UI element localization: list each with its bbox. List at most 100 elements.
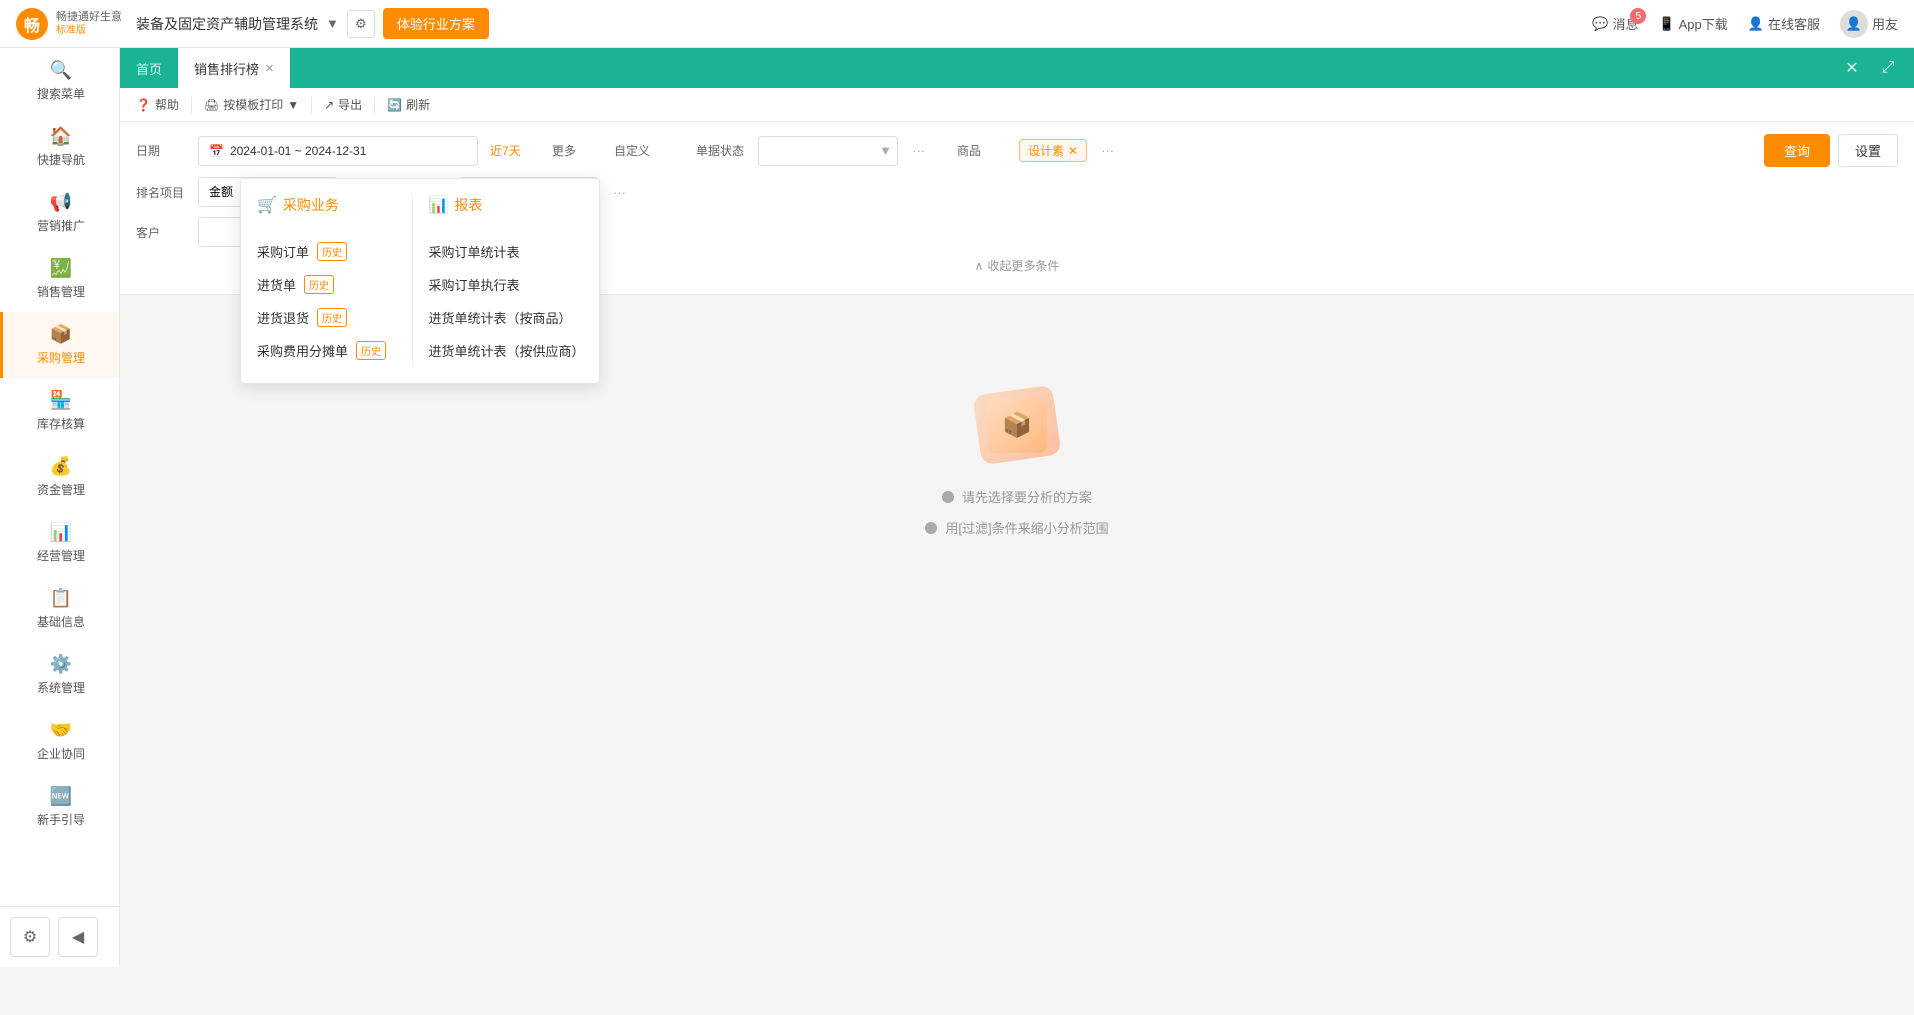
sidebar-label-system: 系统管理 (37, 679, 85, 696)
date-shortcut-custom[interactable]: 自定义 (614, 142, 664, 159)
sidebar-label-quick: 快捷导航 (37, 151, 85, 168)
sidebar-item-operation[interactable]: 📊 经营管理 (0, 510, 119, 576)
empty-dot-2 (925, 522, 937, 534)
dropdown-label-report-2: 采购订单执行表 (429, 275, 520, 294)
tab-close-btn[interactable]: ✕ (1838, 54, 1866, 82)
sidebar-item-purchase[interactable]: 📦 采购管理 (0, 312, 119, 378)
dropdown-label-expense: 采购费用分摊单 (257, 341, 348, 360)
history-badge-0: 历史 (317, 242, 347, 261)
user-label: 用友 (1872, 14, 1898, 33)
sidebar-item-enterprise[interactable]: 🤝 企业协同 (0, 708, 119, 774)
sidebar-label-guide: 新手引导 (37, 811, 85, 828)
home-icon: 🏠 (50, 126, 72, 147)
dropdown-item-purchase-order[interactable]: 采购订单 历史 (257, 235, 412, 268)
sidebar-label-enterprise: 企业协同 (37, 745, 85, 762)
goods-dots[interactable]: ··· (1101, 143, 1114, 158)
voucher-status-label: 单据状态 (696, 142, 746, 159)
content-area: ❓ 帮助 🖨 按模板打印 ▼ ↗ 导出 🔄 刷新 日 (120, 88, 1914, 967)
dropdown-item-expense[interactable]: 采购费用分摊单 历史 (257, 334, 412, 367)
dropdown-item-inbound[interactable]: 进货单 历史 (257, 268, 412, 301)
base-icon: 📋 (50, 588, 72, 609)
sidebar-item-base[interactable]: 📋 基础信息 (0, 576, 119, 642)
settings-bottom-button[interactable]: ⚙ (10, 917, 50, 957)
voucher-status-select[interactable] (758, 136, 898, 166)
mobile-icon: 📱 (1658, 16, 1674, 32)
sidebar-label-inventory: 库存核算 (37, 415, 85, 432)
refresh-button[interactable]: 🔄 刷新 (387, 96, 430, 113)
sidebar-item-sales[interactable]: 💹 销售管理 (0, 246, 119, 312)
history-badge-1: 历史 (304, 275, 334, 294)
sidebar: 🔍 搜索菜单 🏠 快捷导航 📢 营销推广 💹 销售管理 📦 采购管理 🏪 库存核… (0, 48, 120, 967)
toolbar-divider (191, 97, 192, 113)
purchase-icon: 📦 (50, 324, 72, 345)
date-shortcut-more[interactable]: 更多 (552, 142, 602, 159)
user-item[interactable]: 👤 用友 (1840, 10, 1898, 38)
sidebar-label-operation: 经营管理 (37, 547, 85, 564)
top-bar: 畅 畅捷通好生意 标准版 装备及固定资产辅助管理系统 ▼ ⚙ 体验行业方案 💬 … (0, 0, 1914, 48)
empty-dot-1 (942, 491, 954, 503)
dropdown-item-report-2[interactable]: 采购订单执行表 (429, 268, 584, 301)
sidebar-item-marketing[interactable]: 📢 营销推广 (0, 180, 119, 246)
operation-icon: 📊 (50, 522, 72, 543)
print-dropdown-icon[interactable]: ▼ (287, 98, 299, 112)
marketing-icon: 📢 (50, 192, 72, 213)
tab-bar: 首页 销售排行榜 ✕ ✕ ⤢ (120, 48, 1914, 88)
sidebar-item-search[interactable]: 🔍 搜索菜单 (0, 48, 119, 114)
collapse-sidebar-button[interactable]: ◀ (58, 917, 98, 957)
tab-home[interactable]: 首页 (120, 48, 178, 88)
guide-icon: 🆕 (50, 786, 72, 807)
dropdown-item-report-4[interactable]: 进货单统计表（按供应商） (429, 334, 584, 367)
customer-label: 客户 (136, 224, 186, 241)
refresh-icon: 🔄 (387, 98, 402, 112)
settings-button[interactable]: 设置 (1838, 134, 1898, 167)
fund-icon: 💰 (50, 456, 72, 477)
salesperson-dots[interactable]: ··· (613, 185, 626, 200)
message-item[interactable]: 💬 消息 5 (1592, 14, 1638, 33)
tab-home-label: 首页 (136, 59, 162, 78)
dropdown-item-report-3[interactable]: 进货单统计表（按商品） (429, 301, 584, 334)
app-download-item[interactable]: 📱 App下载 (1658, 14, 1727, 33)
filter-row-1: 日期 📅 2024-01-01 ~ 2024-12-31 近7天 更多 自定义 … (136, 134, 1898, 167)
system-dropdown-arrow[interactable]: ▼ (326, 16, 339, 31)
top-right: 💬 消息 5 📱 App下载 👤 在线客服 👤 用友 (1592, 10, 1898, 38)
dropdown-item-return[interactable]: 进货退货 历史 (257, 301, 412, 334)
sidebar-item-quick[interactable]: 🏠 快捷导航 (0, 114, 119, 180)
tab-sales-rank[interactable]: 销售排行榜 ✕ (178, 48, 290, 88)
print-button[interactable]: 🖨 按模板打印 ▼ (204, 96, 299, 113)
industry-button[interactable]: 体验行业方案 (383, 8, 489, 39)
export-button[interactable]: ↗ 导出 (324, 96, 362, 113)
purchase-col-title: 🛒 采购业务 (257, 195, 412, 223)
goods-tag-text: 设计素 (1028, 142, 1064, 159)
sidebar-item-inventory[interactable]: 🏪 库存核算 (0, 378, 119, 444)
help-button[interactable]: ❓ 帮助 (136, 96, 179, 113)
dropdown-label-report-4: 进货单统计表（按供应商） (429, 341, 584, 360)
filter-actions: 查询 设置 (1764, 134, 1898, 167)
help-icon: ❓ (136, 98, 151, 112)
dropdown-label-inbound: 进货单 (257, 275, 296, 294)
report-col-title: 📊 报表 (429, 195, 584, 223)
sidebar-label-purchase: 采购管理 (37, 349, 85, 366)
goods-tag-close[interactable]: ✕ (1068, 144, 1078, 158)
gear-button[interactable]: ⚙ (347, 10, 375, 38)
inventory-icon: 🏪 (50, 390, 72, 411)
app-label: App下载 (1679, 14, 1728, 33)
date-range-input[interactable]: 📅 2024-01-01 ~ 2024-12-31 (198, 136, 478, 166)
tab-close-icon[interactable]: ✕ (265, 62, 274, 75)
voucher-status-dots[interactable]: ··· (912, 143, 925, 158)
sidebar-item-system[interactable]: ⚙️ 系统管理 (0, 642, 119, 708)
tab-sales-rank-label: 销售排行榜 (194, 59, 259, 78)
collapse-up-icon: ∧ (975, 259, 984, 273)
dropdown-item-report-1[interactable]: 采购订单统计表 (429, 235, 584, 268)
online-service-item[interactable]: 👤 在线客服 (1748, 14, 1820, 33)
sidebar-label-search: 搜索菜单 (37, 85, 85, 102)
sidebar-item-fund[interactable]: 💰 资金管理 (0, 444, 119, 510)
online-label: 在线客服 (1768, 14, 1820, 33)
history-badge-3: 历史 (356, 341, 386, 360)
system-title: 装备及固定资产辅助管理系统 (136, 14, 318, 34)
date-shortcut-7days[interactable]: 近7天 (490, 142, 540, 159)
sidebar-item-guide[interactable]: 🆕 新手引导 (0, 774, 119, 840)
query-button[interactable]: 查询 (1764, 134, 1830, 167)
dropdown-label-report-3: 进货单统计表（按商品） (429, 308, 572, 327)
message-badge: 5 (1630, 8, 1646, 24)
tab-maximize-btn[interactable]: ⤢ (1874, 54, 1902, 82)
